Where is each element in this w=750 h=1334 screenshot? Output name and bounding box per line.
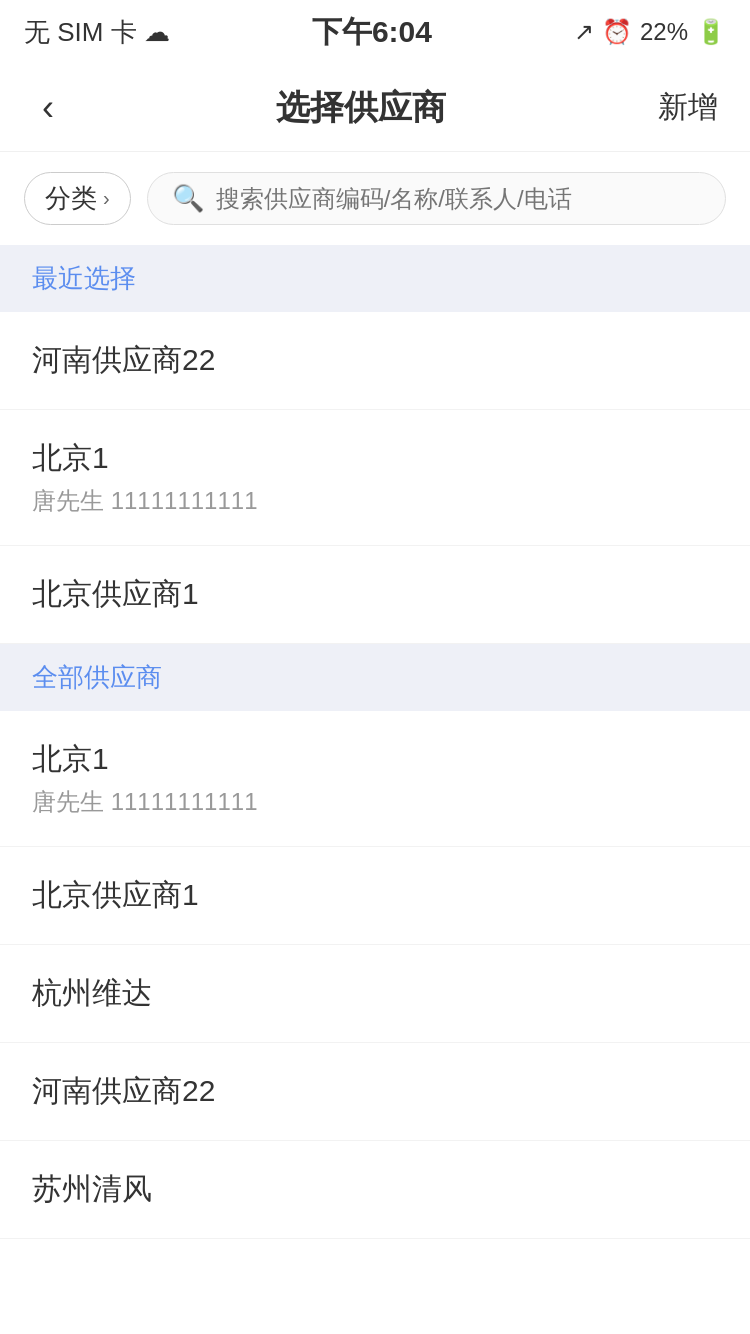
- item-name: 苏州清风: [32, 1169, 718, 1210]
- item-name: 河南供应商22: [32, 1071, 718, 1112]
- status-time: 下午6:04: [312, 12, 432, 53]
- item-name: 北京供应商1: [32, 875, 718, 916]
- item-sub: 唐先生 11111111111: [32, 786, 718, 818]
- item-name: 北京1: [32, 438, 718, 479]
- item-name: 杭州维达: [32, 973, 718, 1014]
- category-button[interactable]: 分类 ›: [24, 172, 131, 225]
- battery-level: 22%: [640, 18, 688, 46]
- all-section-header: 全部供应商: [0, 644, 750, 711]
- battery-icon: 🔋: [696, 18, 726, 46]
- search-box: 🔍: [147, 172, 726, 225]
- search-icon: 🔍: [172, 183, 204, 214]
- item-name: 北京1: [32, 739, 718, 780]
- list-item[interactable]: 北京供应商1: [0, 546, 750, 644]
- all-section-label: 全部供应商: [32, 662, 162, 692]
- back-button[interactable]: ‹: [32, 77, 64, 139]
- chevron-right-icon: ›: [103, 187, 110, 210]
- add-button[interactable]: 新增: [658, 87, 718, 128]
- item-name: 河南供应商22: [32, 340, 718, 381]
- recent-section-label: 最近选择: [32, 263, 136, 293]
- sim-status: 无 SIM 卡 ☁: [24, 15, 170, 50]
- recent-section-header: 最近选择: [0, 245, 750, 312]
- list-item[interactable]: 北京1 唐先生 11111111111: [0, 410, 750, 546]
- filter-bar: 分类 › 🔍: [0, 152, 750, 245]
- category-label: 分类: [45, 181, 97, 216]
- item-name: 北京供应商1: [32, 574, 718, 615]
- list-item[interactable]: 河南供应商22: [0, 1043, 750, 1141]
- all-list: 北京1 唐先生 11111111111 北京供应商1 杭州维达 河南供应商22 …: [0, 711, 750, 1239]
- search-input[interactable]: [216, 185, 701, 213]
- list-item[interactable]: 北京1 唐先生 11111111111: [0, 711, 750, 847]
- list-item[interactable]: 河南供应商22: [0, 312, 750, 410]
- nav-bar: ‹ 选择供应商 新增: [0, 64, 750, 152]
- alarm-icon: ⏰: [602, 18, 632, 46]
- location-icon: ↗: [574, 18, 594, 46]
- status-right: ↗ ⏰ 22% 🔋: [574, 18, 726, 46]
- list-item[interactable]: 杭州维达: [0, 945, 750, 1043]
- status-bar: 无 SIM 卡 ☁ 下午6:04 ↗ ⏰ 22% 🔋: [0, 0, 750, 64]
- list-item[interactable]: 北京供应商1: [0, 847, 750, 945]
- recent-list: 河南供应商22 北京1 唐先生 11111111111 北京供应商1: [0, 312, 750, 644]
- status-left: 无 SIM 卡 ☁: [24, 15, 170, 50]
- page-title: 选择供应商: [276, 85, 446, 131]
- list-item[interactable]: 苏州清风: [0, 1141, 750, 1239]
- item-sub: 唐先生 11111111111: [32, 485, 718, 517]
